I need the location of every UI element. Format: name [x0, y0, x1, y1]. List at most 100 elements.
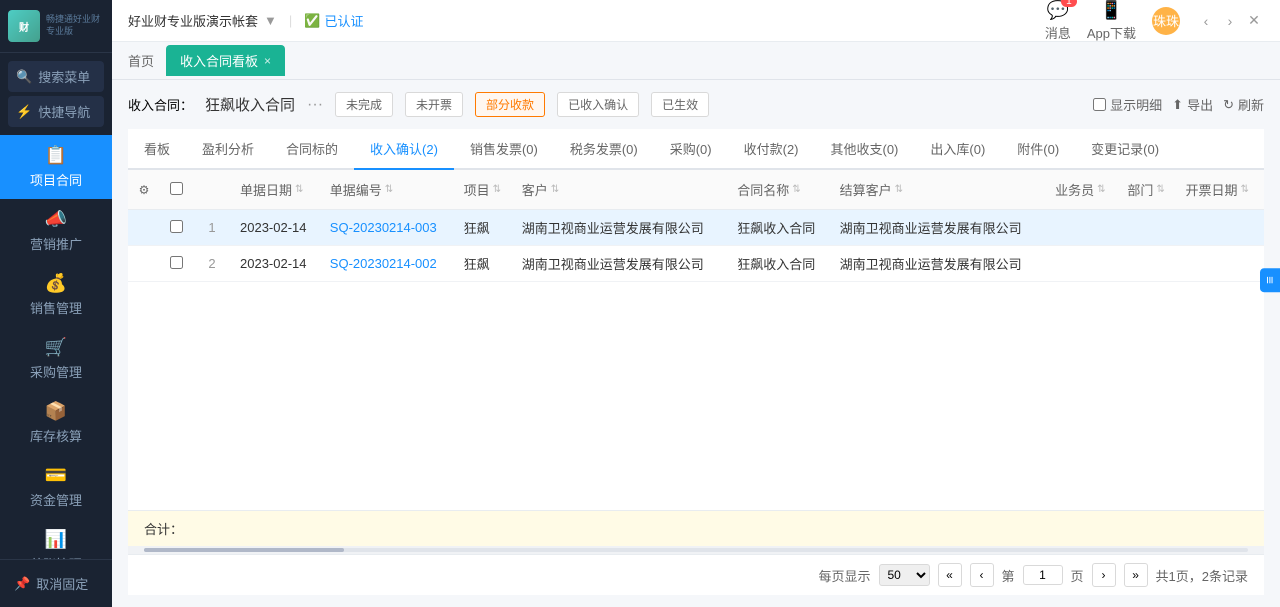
sidebar-item-general-ledger[interactable]: 📊 总账管理 — [0, 519, 112, 559]
row-num: 1 — [192, 210, 232, 246]
per-page-select[interactable]: 50 100 200 — [879, 564, 930, 586]
contract-more-button[interactable]: ··· — [307, 96, 323, 114]
col-settings[interactable]: ⚙ — [128, 170, 160, 210]
col-salesperson[interactable]: 业务员⇅ — [1047, 170, 1119, 210]
logo-icon: 财 — [8, 10, 40, 42]
sidebar: 财 畅捷通好业财 专业版 🔍 搜索菜单 ⚡ 快捷导航 📋 项目合同 📣 营销推广… — [0, 0, 112, 607]
sidebar-item-marketing[interactable]: 📣 营销推广 — [0, 199, 112, 263]
quick-nav-button[interactable]: ⚡ 快捷导航 — [8, 96, 104, 127]
tab-purchase[interactable]: 采购(0) — [654, 129, 728, 170]
data-table: ⚙ 单据日期⇅ 单据编号⇅ 项目⇅ 客户⇅ 合同名称⇅ 结算客户⇅ 业务员⇅ 部… — [128, 170, 1264, 282]
company-selector[interactable]: 好业财专业版演示帐套 ▼ — [128, 11, 277, 30]
sidebar-item-purchase[interactable]: 🛒 采购管理 — [0, 327, 112, 391]
col-date[interactable]: 单据日期⇅ — [232, 170, 322, 210]
tab-close-button[interactable]: × — [264, 54, 271, 68]
col-project[interactable]: 项目⇅ — [456, 170, 514, 210]
row-settings — [128, 210, 160, 246]
sidebar-item-label: 采购管理 — [30, 362, 82, 381]
col-customer[interactable]: 客户⇅ — [514, 170, 730, 210]
sidebar-item-sales[interactable]: 💰 销售管理 — [0, 263, 112, 327]
tab-contract-standard[interactable]: 合同标的 — [270, 129, 354, 170]
col-doc-no[interactable]: 单据编号⇅ — [322, 170, 456, 210]
tab-profit[interactable]: 盈利分析 — [186, 129, 270, 170]
status-noinvoice-button[interactable]: 未开票 — [405, 92, 463, 117]
sidebar-item-inventory[interactable]: 📦 库存核算 — [0, 391, 112, 455]
current-tab[interactable]: 收入合同看板 × — [166, 45, 285, 76]
sidebar-item-label: 营销推广 — [30, 234, 82, 253]
last-page-button[interactable]: » — [1124, 563, 1148, 587]
tab-attachments[interactable]: 附件(0) — [1001, 129, 1075, 170]
main-area: 好业财专业版演示帐套 ▼ | ✅ 已认证 💬 1 消息 📱 App下载 珠珠 ‹… — [112, 0, 1280, 607]
status-incomplete-button[interactable]: 未完成 — [335, 92, 393, 117]
status-partial-button[interactable]: 部分收款 — [475, 92, 545, 117]
tab-income-confirm[interactable]: 收入确认(2) — [354, 129, 454, 170]
sidebar-item-label: 销售管理 — [30, 298, 82, 317]
tab-tax-invoice[interactable]: 税务发票(0) — [554, 129, 654, 170]
row-salesperson — [1047, 246, 1119, 282]
prev-page-button[interactable]: ‹ — [970, 563, 994, 587]
horizontal-scrollbar[interactable] — [128, 546, 1264, 554]
tab-warehouse[interactable]: 出入库(0) — [914, 129, 1001, 170]
close-button[interactable]: ✕ — [1244, 11, 1264, 31]
row-date: 2023-02-14 — [232, 210, 322, 246]
next-page-button[interactable]: › — [1092, 563, 1116, 587]
col-invoice-date[interactable]: 开票日期⇅ — [1178, 170, 1264, 210]
table-row[interactable]: 1 2023-02-14 SQ-20230214-003 狂飙 湖南卫视商业运营… — [128, 210, 1264, 246]
col-settlement-customer[interactable]: 结算客户⇅ — [832, 170, 1048, 210]
sidebar-item-fund[interactable]: 💳 资金管理 — [0, 455, 112, 519]
row-doc-no[interactable]: SQ-20230214-003 — [322, 210, 456, 246]
row-checkbox[interactable] — [160, 246, 192, 282]
sidebar-item-project-contract[interactable]: 📋 项目合同 — [0, 135, 112, 199]
export-button[interactable]: ⬆ 导出 — [1172, 95, 1213, 114]
sidebar-footer: 📌 取消固定 — [0, 559, 112, 607]
first-page-button[interactable]: « — [938, 563, 962, 587]
row-project: 狂飙 — [456, 210, 514, 246]
row-salesperson — [1047, 210, 1119, 246]
row-department — [1119, 246, 1177, 282]
sidebar-search-area: 🔍 搜索菜单 ⚡ 快捷导航 — [0, 53, 112, 135]
row-settlement-customer: 湖南卫视商业运营发展有限公司 — [832, 210, 1048, 246]
tab-kanban[interactable]: 看板 — [128, 129, 186, 170]
next-button[interactable]: › — [1220, 11, 1240, 31]
row-invoice-date — [1178, 246, 1264, 282]
row-settings — [128, 246, 160, 282]
tab-sales-invoice[interactable]: 销售发票(0) — [454, 129, 554, 170]
app-download-button[interactable]: 📱 App下载 — [1087, 0, 1136, 42]
tab-payment[interactable]: 收付款(2) — [728, 129, 815, 170]
row-doc-no[interactable]: SQ-20230214-002 — [322, 246, 456, 282]
col-checkbox-all[interactable] — [160, 170, 192, 210]
marketing-icon: 📣 — [45, 209, 67, 230]
tab-other-income[interactable]: 其他收支(0) — [815, 129, 915, 170]
table-container[interactable]: ⚙ 单据日期⇅ 单据编号⇅ 项目⇅ 客户⇅ 合同名称⇅ 结算客户⇅ 业务员⇅ 部… — [128, 170, 1264, 510]
company-name: 好业财专业版演示帐套 — [128, 11, 258, 30]
app-logo: 财 畅捷通好业财 专业版 — [0, 0, 112, 53]
user-avatar[interactable]: 珠珠 — [1152, 7, 1180, 35]
prev-button[interactable]: ‹ — [1196, 11, 1216, 31]
unpin-button[interactable]: 📌 取消固定 — [8, 568, 104, 599]
page-number-input[interactable] — [1023, 565, 1063, 585]
search-menu-button[interactable]: 🔍 搜索菜单 — [8, 61, 104, 92]
col-contract-name[interactable]: 合同名称⇅ — [729, 170, 831, 210]
sidebar-item-label: 项目合同 — [30, 170, 82, 189]
pagination: 每页显示 50 100 200 « ‹ 第 页 › » 共1页，2条记录 — [128, 554, 1264, 595]
download-icon: 📱 — [1100, 0, 1122, 21]
tab-change-log[interactable]: 变更记录(0) — [1075, 129, 1175, 170]
pin-icon: 📌 — [14, 576, 30, 592]
total-row: 合计： — [128, 510, 1264, 546]
right-panel-button[interactable]: ≡ — [1260, 268, 1280, 292]
show-detail-checkbox[interactable]: 显示明细 — [1093, 95, 1162, 114]
row-contract-name: 狂飙收入合同 — [729, 210, 831, 246]
status-effective-button[interactable]: 已生效 — [651, 92, 709, 117]
status-confirmed-button[interactable]: 已收入确认 — [557, 92, 639, 117]
fund-icon: 💳 — [45, 465, 67, 486]
col-department[interactable]: 部门⇅ — [1119, 170, 1177, 210]
row-checkbox[interactable] — [160, 210, 192, 246]
messages-button[interactable]: 💬 1 消息 — [1045, 0, 1071, 42]
row-department — [1119, 210, 1177, 246]
home-tab[interactable]: 首页 — [128, 51, 166, 70]
sort-salesperson-icon: ⇅ — [1097, 184, 1105, 195]
dropdown-icon: ▼ — [264, 13, 277, 28]
certified-badge: ✅ 已认证 — [304, 11, 363, 30]
refresh-button[interactable]: ↻ 刷新 — [1223, 95, 1264, 114]
table-row[interactable]: 2 2023-02-14 SQ-20230214-002 狂飙 湖南卫视商业运营… — [128, 246, 1264, 282]
